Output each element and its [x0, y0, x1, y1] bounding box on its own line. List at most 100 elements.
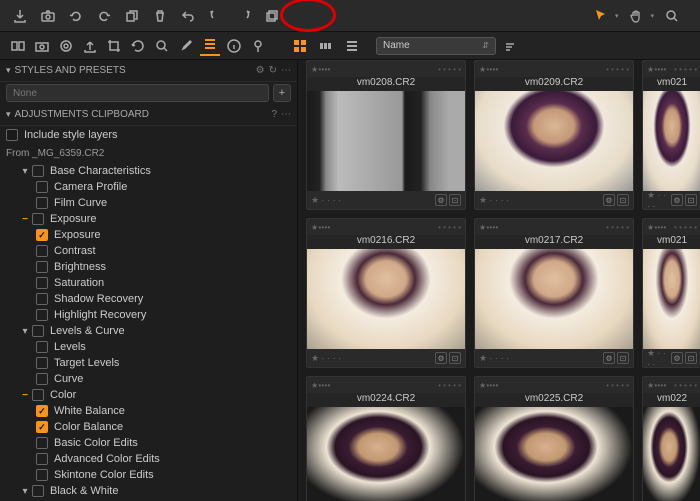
undo2-icon[interactable] [204, 4, 228, 28]
list-view-icon[interactable] [342, 36, 362, 56]
thumbnail-image[interactable] [643, 249, 700, 349]
tree-checkbox[interactable] [36, 181, 48, 193]
rotate-cw-icon[interactable] [92, 4, 116, 28]
gear-icon[interactable]: ⚙ [435, 352, 447, 364]
rating-control[interactable]: ★ · · · · [647, 190, 671, 211]
tree-row[interactable]: Target Levels [0, 355, 297, 371]
hand-cursor-icon[interactable] [624, 4, 648, 28]
tree-row[interactable]: Camera Profile [0, 179, 297, 195]
expand-icon[interactable]: ⊡ [449, 194, 461, 206]
copy-adj-icon[interactable] [120, 4, 144, 28]
crop-icon[interactable] [104, 36, 124, 56]
tree-toggle-icon[interactable]: ▾ [18, 486, 32, 497]
redo-icon[interactable] [232, 4, 256, 28]
thumbnail-image[interactable] [475, 91, 633, 191]
rating-control[interactable]: ★ · · · · [311, 353, 341, 364]
clipboard-panel-header[interactable]: ▾ ADJUSTMENTS CLIPBOARD ? ⋯ [0, 104, 297, 126]
gear-icon[interactable]: ⚙ [671, 352, 683, 364]
arrow-cursor-icon[interactable] [589, 4, 613, 28]
tree-row[interactable]: White Balance [0, 403, 297, 419]
expand-icon[interactable]: ⊡ [449, 352, 461, 364]
thumbnail[interactable]: ★ • • • •• • • • •vm0209.CR2★ · · · ·⚙⊡ [474, 60, 634, 210]
gear-icon[interactable]: ⚙ [256, 65, 265, 76]
tree-checkbox[interactable] [36, 261, 48, 273]
thumbnail[interactable]: ★ • • • •• • • • •vm021★ · · · ·⚙⊡ [642, 60, 700, 210]
gear-icon[interactable]: ⚙ [603, 194, 615, 206]
list-icon[interactable] [200, 36, 220, 56]
tree-row[interactable]: −Exposure [0, 211, 297, 227]
help-icon[interactable]: ? [271, 109, 277, 120]
tree-checkbox[interactable] [36, 197, 48, 209]
tree-checkbox[interactable] [36, 373, 48, 385]
tree-checkbox[interactable] [36, 469, 48, 481]
thumbnail-image[interactable] [475, 407, 633, 501]
tree-checkbox[interactable] [36, 293, 48, 305]
tree-row[interactable]: Basic Color Edits [0, 435, 297, 451]
tree-row[interactable]: Highlight Recovery [0, 307, 297, 323]
trash-icon[interactable] [148, 4, 172, 28]
import-icon[interactable] [8, 4, 32, 28]
sort-select[interactable]: Name ⇵ [376, 37, 496, 55]
tree-checkbox[interactable] [36, 229, 48, 241]
rating-control[interactable]: ★ · · · · [311, 195, 341, 206]
tree-row[interactable]: ▾Black & White [0, 483, 297, 499]
styles-panel-header[interactable]: ▾ STYLES AND PRESETS ⚙ ↻ ⋯ [0, 60, 297, 82]
tree-checkbox[interactable] [36, 277, 48, 289]
gear-icon[interactable]: ⚙ [603, 352, 615, 364]
rating-control[interactable]: ★ · · · · [479, 353, 509, 364]
tree-checkbox[interactable] [36, 453, 48, 465]
gear-icon[interactable]: ⚙ [671, 194, 683, 206]
tree-checkbox[interactable] [36, 357, 48, 369]
grid-view-icon[interactable] [290, 36, 310, 56]
thumbnail-image[interactable] [307, 407, 465, 501]
include-styles-checkbox[interactable] [6, 129, 18, 141]
expand-icon[interactable]: ⊡ [685, 352, 697, 364]
thumbnail[interactable]: ★ • • • •• • • • •vm0225.CR2 [474, 376, 634, 501]
tree-row[interactable]: Shadow Recovery [0, 291, 297, 307]
info-icon[interactable] [224, 36, 244, 56]
capture-icon[interactable] [36, 4, 60, 28]
rotate-ccw-icon[interactable] [64, 4, 88, 28]
thumbnail[interactable]: ★ • • • •• • • • •vm021★ · · · ·⚙⊡ [642, 218, 700, 368]
expand-icon[interactable]: ⊡ [617, 194, 629, 206]
tree-checkbox[interactable] [32, 213, 44, 225]
add-preset-button[interactable]: + [273, 84, 291, 102]
dropdown-chevron-icon[interactable]: ▾ [615, 12, 619, 20]
tree-row[interactable]: Advanced Color Edits [0, 451, 297, 467]
thumbnail[interactable]: ★ • • • •• • • • •vm0224.CR2 [306, 376, 466, 501]
tree-row[interactable]: Exposure [0, 227, 297, 243]
tree-checkbox[interactable] [36, 421, 48, 433]
sort-direction-icon[interactable] [500, 36, 520, 56]
tree-checkbox[interactable] [36, 309, 48, 321]
camera2-icon[interactable] [32, 36, 52, 56]
tree-toggle-icon[interactable]: − [18, 214, 32, 225]
tree-row[interactable]: Contrast [0, 243, 297, 259]
thumbnail-image[interactable] [307, 249, 465, 349]
expand-icon[interactable]: ⊡ [617, 352, 629, 364]
variants-icon[interactable] [260, 4, 284, 28]
thumbnail[interactable]: ★ • • • •• • • • •vm0208.CR2★ · · · ·⚙⊡ [306, 60, 466, 210]
rating-control[interactable]: ★ · · · · [479, 195, 509, 206]
tree-checkbox[interactable] [36, 437, 48, 449]
tree-toggle-icon[interactable]: − [18, 390, 32, 401]
library-icon[interactable] [8, 36, 28, 56]
thumbnail[interactable]: ★ • • • •• • • • •vm0216.CR2★ · · · ·⚙⊡ [306, 218, 466, 368]
tree-row[interactable]: Skintone Color Edits [0, 467, 297, 483]
zoom-cursor-icon[interactable] [660, 4, 684, 28]
tree-row[interactable]: Brightness [0, 259, 297, 275]
tree-row[interactable]: Levels [0, 339, 297, 355]
tree-checkbox[interactable] [36, 245, 48, 257]
adjust-icon[interactable] [56, 36, 76, 56]
tree-row[interactable]: ▾Levels & Curve [0, 323, 297, 339]
preset-select[interactable]: None [6, 84, 269, 102]
tree-row[interactable]: Curve [0, 371, 297, 387]
rating-control[interactable]: ★ · · · · [647, 348, 671, 369]
dropdown-chevron-icon[interactable]: ▾ [650, 12, 654, 20]
tree-toggle-icon[interactable]: ▾ [18, 166, 32, 177]
tree-row[interactable]: ▾Base Characteristics [0, 163, 297, 179]
thumbnail[interactable]: ★ • • • •• • • • •vm022 [642, 376, 700, 501]
tree-checkbox[interactable] [32, 389, 44, 401]
more-icon[interactable]: ⋯ [281, 109, 291, 120]
tree-checkbox[interactable] [36, 341, 48, 353]
more-icon[interactable]: ⋯ [281, 65, 291, 76]
